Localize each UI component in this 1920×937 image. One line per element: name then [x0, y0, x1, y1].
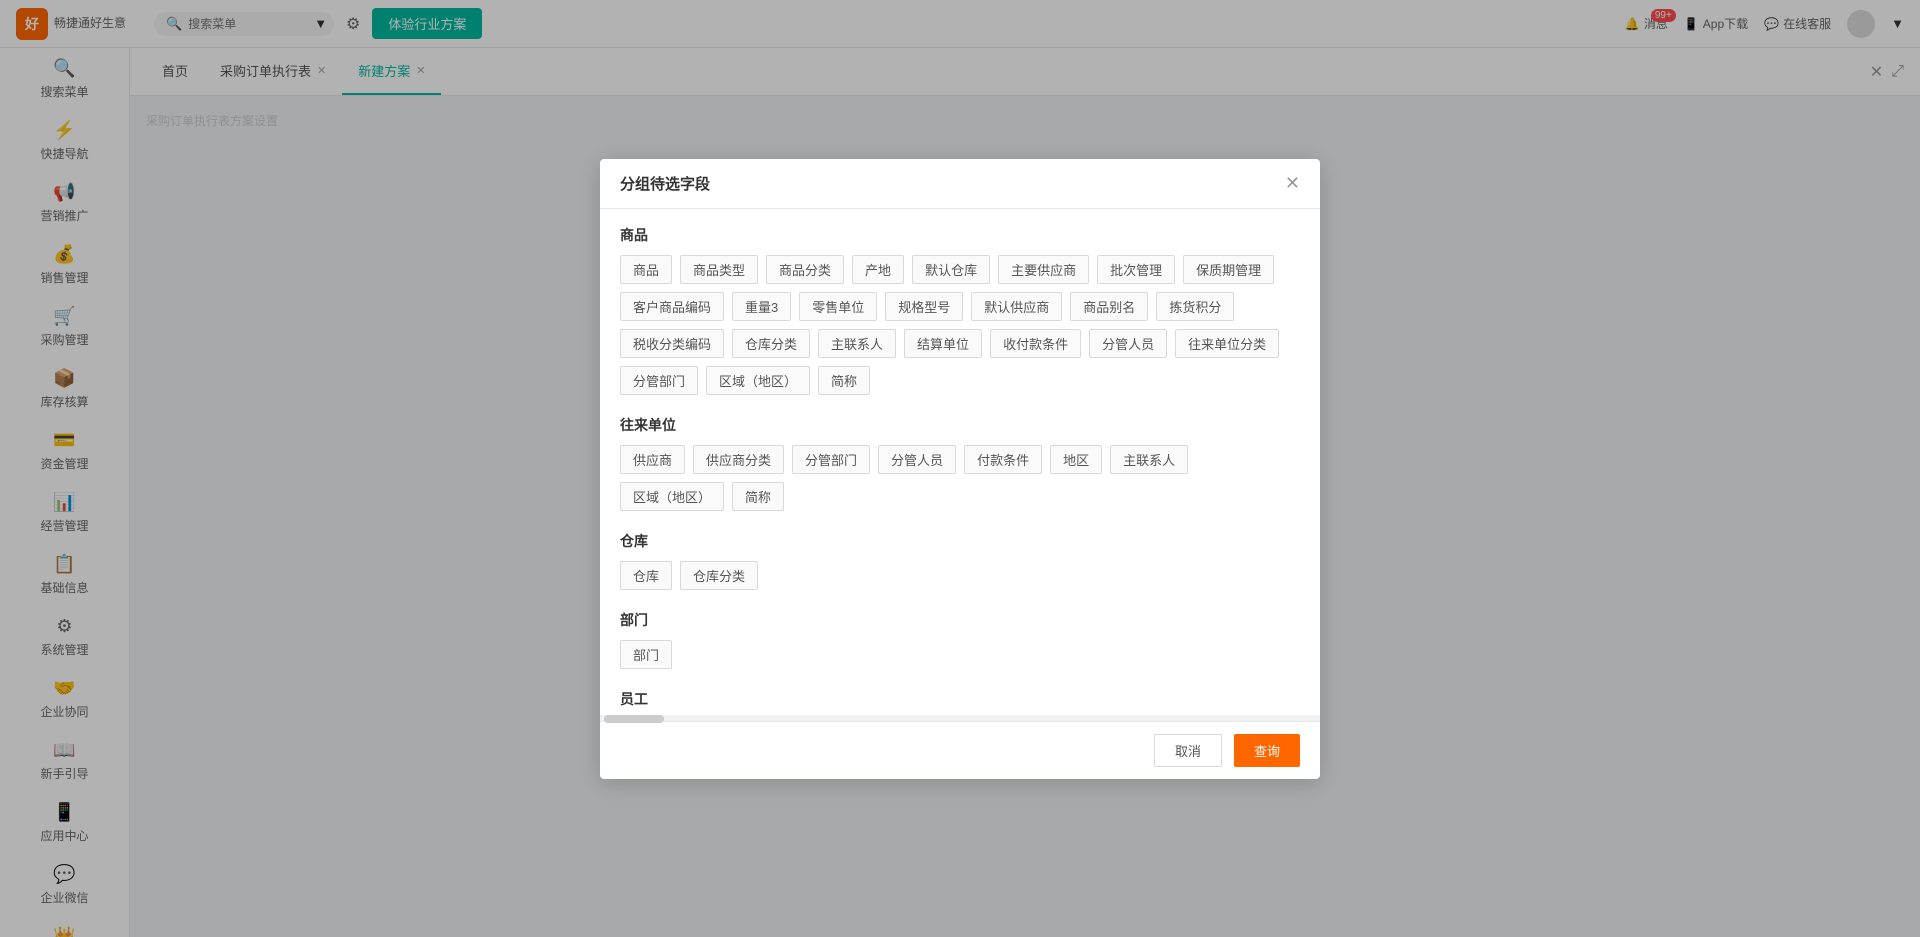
field-tag-partner-0[interactable]: 供应商: [620, 445, 685, 474]
field-tag-product-23[interactable]: 区域（地区）: [706, 366, 810, 395]
field-tags-department: 部门: [620, 640, 1300, 669]
field-tag-product-11[interactable]: 规格型号: [885, 292, 963, 321]
field-tag-product-19[interactable]: 收付款条件: [990, 329, 1081, 358]
modal-close-button[interactable]: ✕: [1285, 173, 1300, 194]
field-tag-product-4[interactable]: 默认仓库: [912, 255, 990, 284]
field-select-modal: 分组待选字段 ✕ 商品商品商品类型商品分类产地默认仓库主要供应商批次管理保质期管…: [600, 159, 1320, 779]
field-tag-product-12[interactable]: 默认供应商: [971, 292, 1062, 321]
field-group-product: 商品商品商品类型商品分类产地默认仓库主要供应商批次管理保质期管理客户商品编码重量…: [620, 225, 1300, 395]
field-tag-product-6[interactable]: 批次管理: [1097, 255, 1175, 284]
field-tag-partner-8[interactable]: 简称: [732, 482, 784, 511]
field-tags-warehouse: 仓库仓库分类: [620, 561, 1300, 590]
field-tag-product-2[interactable]: 商品分类: [766, 255, 844, 284]
field-tag-product-14[interactable]: 拣货积分: [1156, 292, 1234, 321]
field-tag-partner-4[interactable]: 付款条件: [964, 445, 1042, 474]
field-tag-partner-3[interactable]: 分管人员: [878, 445, 956, 474]
modal-title: 分组待选字段: [620, 173, 710, 194]
field-tag-warehouse-0[interactable]: 仓库: [620, 561, 672, 590]
modal-hscroll[interactable]: [600, 715, 1320, 721]
field-tag-department-0[interactable]: 部门: [620, 640, 672, 669]
field-tags-product: 商品商品类型商品分类产地默认仓库主要供应商批次管理保质期管理客户商品编码重量3 零…: [620, 255, 1300, 395]
confirm-button[interactable]: 查询: [1234, 734, 1300, 767]
field-tag-product-10[interactable]: 零售单位: [799, 292, 877, 321]
field-tag-product-16[interactable]: 仓库分类: [732, 329, 810, 358]
field-group-partner: 往来单位供应商供应商分类分管部门分管人员付款条件地区主联系人区域（地区） 简称: [620, 415, 1300, 511]
field-tag-product-20[interactable]: 分管人员: [1089, 329, 1167, 358]
field-tag-product-5[interactable]: 主要供应商: [998, 255, 1089, 284]
field-tag-warehouse-1[interactable]: 仓库分类: [680, 561, 758, 590]
field-tag-product-17[interactable]: 主联系人: [818, 329, 896, 358]
field-tag-product-18[interactable]: 结算单位: [904, 329, 982, 358]
field-tag-partner-2[interactable]: 分管部门: [792, 445, 870, 474]
field-tag-product-0[interactable]: 商品: [620, 255, 672, 284]
field-tags-partner: 供应商供应商分类分管部门分管人员付款条件地区主联系人区域（地区） 简称: [620, 445, 1300, 511]
field-tag-product-8[interactable]: 客户商品编码: [620, 292, 724, 321]
field-group-title-employee: 员工: [620, 689, 1300, 709]
field-group-department: 部门部门: [620, 610, 1300, 669]
field-tag-product-15[interactable]: 税收分类编码: [620, 329, 724, 358]
field-tag-product-7[interactable]: 保质期管理: [1183, 255, 1274, 284]
field-tag-partner-5[interactable]: 地区: [1050, 445, 1102, 474]
field-group-title-partner: 往来单位: [620, 415, 1300, 435]
field-group-title-warehouse: 仓库: [620, 531, 1300, 551]
field-tag-product-3[interactable]: 产地: [852, 255, 904, 284]
field-tag-product-9[interactable]: 重量3: [732, 292, 791, 321]
hscroll-thumb: [604, 715, 664, 723]
field-tag-product-13[interactable]: 商品别名: [1070, 292, 1148, 321]
field-group-title-product: 商品: [620, 225, 1300, 245]
field-group-employee: 员工业务员: [620, 689, 1300, 715]
modal-footer: 取消 查询: [600, 721, 1320, 779]
modal-body[interactable]: 商品商品商品类型商品分类产地默认仓库主要供应商批次管理保质期管理客户商品编码重量…: [600, 209, 1320, 715]
field-tag-partner-1[interactable]: 供应商分类: [693, 445, 784, 474]
field-tag-product-21[interactable]: 往来单位分类: [1175, 329, 1279, 358]
field-group-title-department: 部门: [620, 610, 1300, 630]
field-tag-product-24[interactable]: 简称: [818, 366, 870, 395]
field-tag-product-22[interactable]: 分管部门: [620, 366, 698, 395]
cancel-button[interactable]: 取消: [1154, 734, 1222, 767]
modal-header: 分组待选字段 ✕: [600, 159, 1320, 209]
field-tag-partner-7[interactable]: 区域（地区）: [620, 482, 724, 511]
field-tag-partner-6[interactable]: 主联系人: [1110, 445, 1188, 474]
field-group-warehouse: 仓库仓库仓库分类: [620, 531, 1300, 590]
field-tag-product-1[interactable]: 商品类型: [680, 255, 758, 284]
